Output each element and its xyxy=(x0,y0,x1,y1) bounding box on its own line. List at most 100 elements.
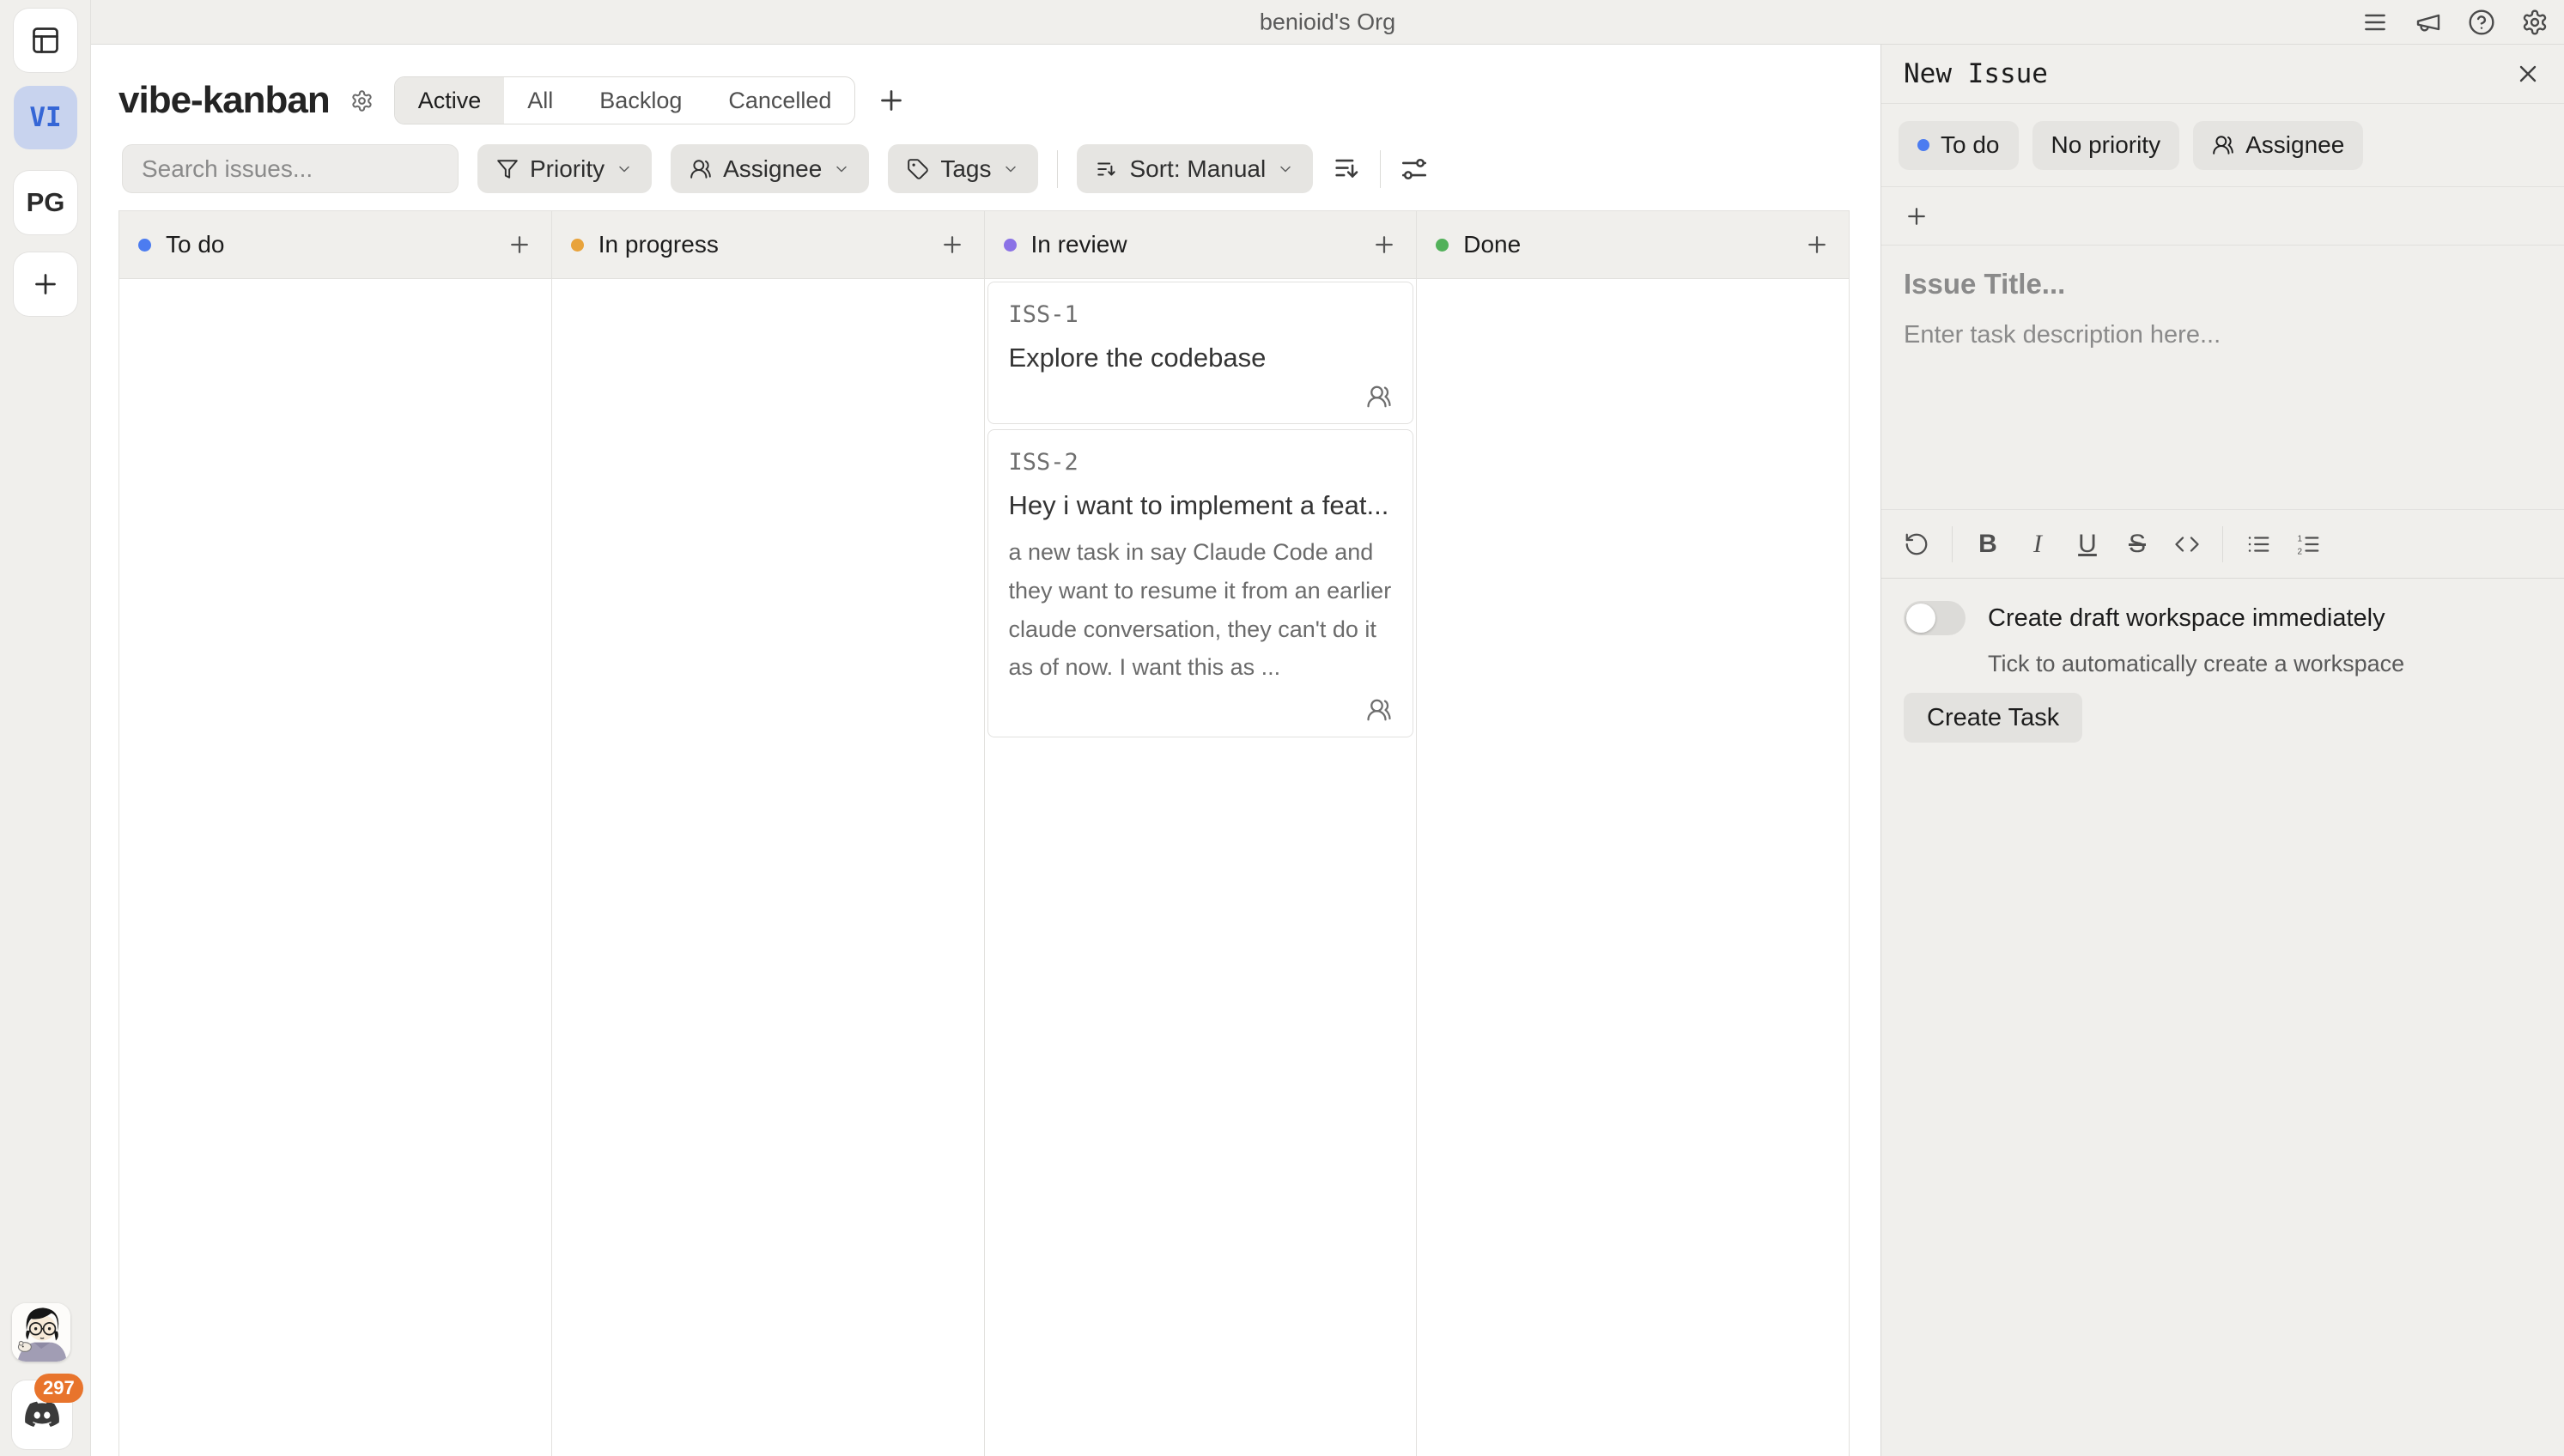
assignee-filter-button[interactable]: Assignee xyxy=(671,144,869,193)
status-chip-label: To do xyxy=(1941,131,2000,159)
hamburger-icon xyxy=(2361,9,2389,36)
code-button[interactable] xyxy=(2164,521,2210,567)
column-body xyxy=(1417,279,1849,1456)
draft-workspace-toggle[interactable] xyxy=(1904,601,1966,635)
status-chip[interactable]: To do xyxy=(1899,121,2019,170)
project-settings-button[interactable] xyxy=(350,89,374,112)
gear-icon xyxy=(350,89,374,112)
users-icon xyxy=(2212,134,2234,156)
column-in-review: In review ISS-1 Explore the codebase ISS… xyxy=(984,211,1417,1456)
tab-backlog[interactable]: Backlog xyxy=(576,77,705,124)
panels-layout-button[interactable] xyxy=(14,9,77,72)
discord-count-badge: 297 xyxy=(34,1374,83,1403)
project-title: vibe-kanban xyxy=(118,79,330,122)
main-area: vibe-kanban Active All Backlog Cancelled… xyxy=(92,45,1880,1456)
column-header: To do xyxy=(119,211,551,279)
plus-icon xyxy=(939,232,965,258)
search-input[interactable] xyxy=(122,144,459,193)
bullet-list-button[interactable] xyxy=(2235,521,2281,567)
bold-label: B xyxy=(1978,530,1997,559)
create-task-label: Create Task xyxy=(1927,704,2059,732)
strikethrough-button[interactable]: S xyxy=(2114,521,2160,567)
plus-icon xyxy=(30,269,61,300)
sort-direction-button[interactable] xyxy=(1332,155,1361,184)
priority-chip[interactable]: No priority xyxy=(2032,121,2180,170)
bold-button[interactable]: B xyxy=(1965,521,2011,567)
column-todo: To do xyxy=(119,211,551,1456)
announcements-button[interactable] xyxy=(2415,9,2442,36)
divider xyxy=(2222,526,2223,562)
issue-card[interactable]: ISS-2 Hey i want to implement a feat... … xyxy=(987,429,1414,737)
priority-filter-button[interactable]: Priority xyxy=(477,144,652,193)
status-dot xyxy=(138,239,151,252)
add-card-button[interactable] xyxy=(507,232,532,258)
svg-text:2: 2 xyxy=(2298,547,2303,556)
column-in-progress: In progress xyxy=(551,211,984,1456)
new-issue-panel: New Issue To do No priority Assignee B I… xyxy=(1880,45,2564,1456)
tab-all[interactable]: All xyxy=(504,77,576,124)
kanban-board: To do In progress In review ISS-1 xyxy=(118,210,1850,1456)
add-card-button[interactable] xyxy=(1371,232,1397,258)
tab-active[interactable]: Active xyxy=(395,77,505,124)
undo-icon xyxy=(1904,531,1929,557)
code-icon xyxy=(2174,531,2200,557)
menu-button[interactable] xyxy=(2361,9,2389,36)
undo-button[interactable] xyxy=(1893,521,1940,567)
column-header: In review xyxy=(985,211,1417,279)
column-body: ISS-1 Explore the codebase ISS-2 Hey i w… xyxy=(985,279,1417,1456)
help-circle-icon xyxy=(2468,9,2495,36)
bullet-list-icon xyxy=(2245,531,2271,557)
column-done: Done xyxy=(1416,211,1849,1456)
column-header: In progress xyxy=(552,211,984,279)
settings-button[interactable] xyxy=(2521,9,2549,36)
users-icon xyxy=(690,158,712,180)
help-button[interactable] xyxy=(2468,9,2495,36)
issue-description-input[interactable] xyxy=(1904,321,2542,467)
org-title: benioid's Org xyxy=(1260,9,1395,35)
panels-top-left-icon xyxy=(30,25,61,56)
column-body xyxy=(119,279,551,1456)
close-icon xyxy=(2514,60,2542,88)
add-card-button[interactable] xyxy=(1804,232,1830,258)
toggle-knob xyxy=(1906,604,1935,633)
divider xyxy=(1057,150,1058,188)
assignee-chip-label: Assignee xyxy=(2245,131,2344,159)
assignee-chip[interactable]: Assignee xyxy=(2193,121,2363,170)
tags-filter-button[interactable]: Tags xyxy=(888,144,1038,193)
create-task-button[interactable]: Create Task xyxy=(1904,693,2082,743)
add-workspace-button[interactable] xyxy=(14,252,77,316)
italic-button[interactable]: I xyxy=(2014,521,2061,567)
underline-button[interactable]: U xyxy=(2064,521,2111,567)
add-property-button[interactable] xyxy=(1904,203,1929,229)
workspace-pg-button[interactable]: PG xyxy=(14,171,77,234)
issue-card[interactable]: ISS-1 Explore the codebase xyxy=(987,282,1414,424)
draft-workspace-hint: Tick to automatically create a workspace xyxy=(1988,651,2404,677)
status-filter-tabs: Active All Backlog Cancelled xyxy=(394,76,856,124)
priority-filter-label: Priority xyxy=(530,155,605,183)
user-avatar[interactable] xyxy=(12,1303,70,1362)
chevron-down-icon xyxy=(616,161,633,178)
tab-cancelled[interactable]: Cancelled xyxy=(705,77,854,124)
workspace-vi-button[interactable]: VI xyxy=(14,86,77,149)
issue-title: Explore the codebase xyxy=(1009,343,1393,373)
status-dot xyxy=(1436,239,1449,252)
chevron-down-icon xyxy=(833,161,850,178)
top-header: benioid's Org xyxy=(91,0,2564,45)
sort-button[interactable]: Sort: Manual xyxy=(1077,144,1313,193)
plus-icon xyxy=(1371,232,1397,258)
close-panel-button[interactable] xyxy=(2514,60,2542,88)
column-title: Done xyxy=(1463,231,1521,258)
plus-icon xyxy=(1904,203,1929,229)
users-icon xyxy=(1366,384,1392,410)
column-title: In progress xyxy=(598,231,719,258)
left-rail: VI PG 297 xyxy=(0,0,91,1456)
add-card-button[interactable] xyxy=(939,232,965,258)
italic-label: I xyxy=(2033,530,2042,559)
view-options-button[interactable] xyxy=(1400,155,1429,184)
issue-title-input[interactable] xyxy=(1904,268,2542,300)
numbered-list-button[interactable]: 12 xyxy=(2285,521,2331,567)
divider xyxy=(1380,150,1381,188)
add-issue-button[interactable] xyxy=(876,85,907,116)
tag-icon xyxy=(907,158,929,180)
editor-toolbar: B I U S 12 xyxy=(1881,509,2564,579)
